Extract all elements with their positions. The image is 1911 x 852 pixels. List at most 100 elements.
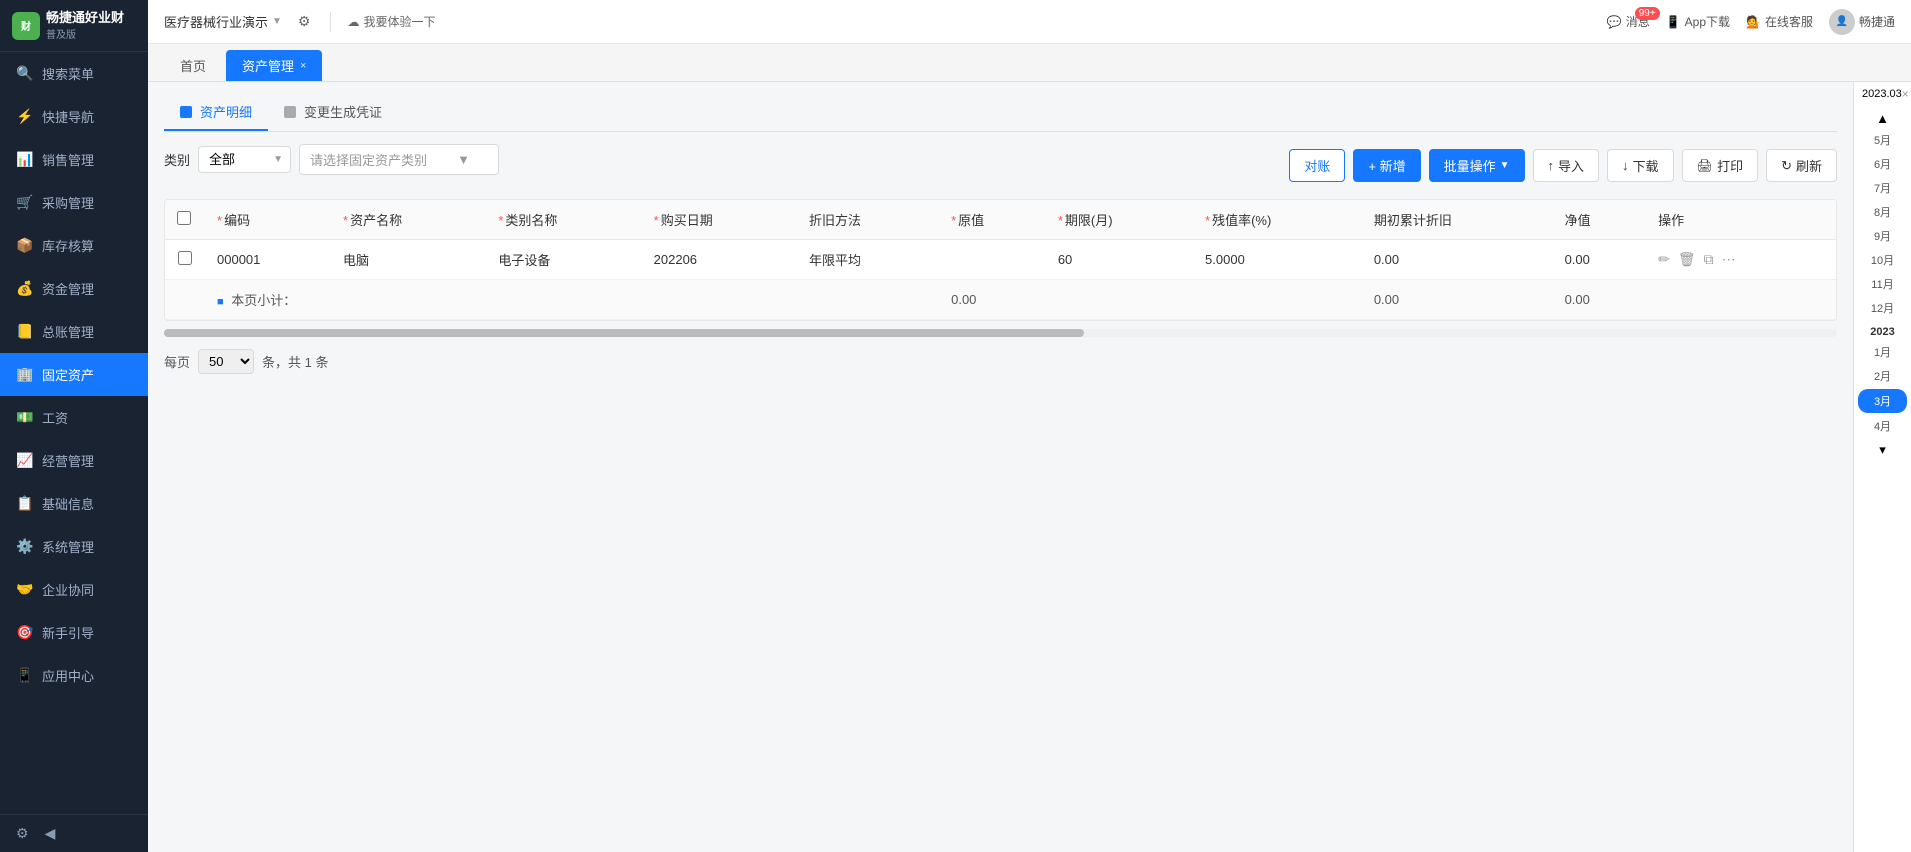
- system-icon: ⚙️: [16, 538, 32, 555]
- copy-icon[interactable]: ⧉: [1704, 251, 1714, 268]
- print-icon: 🖨: [1697, 158, 1714, 174]
- per-page-select[interactable]: 10 20 50 100: [198, 349, 254, 374]
- sidebar-item-funds[interactable]: 💰 资金管理: [0, 267, 148, 310]
- sidebar-item-system[interactable]: ⚙️ 系统管理: [0, 525, 148, 568]
- sidebar-item-apps[interactable]: 📱 应用中心: [0, 654, 148, 697]
- sidebar: 财 畅捷通好业财 普及版 🔍 搜索菜单 ⚡ 快捷导航 📊 销售管理 🛒 采购管理…: [0, 0, 148, 852]
- topbar-try-button[interactable]: ☁ 我要体验一下: [347, 13, 435, 30]
- reconcile-button[interactable]: 对账: [1289, 149, 1345, 182]
- subtab-detail[interactable]: 资产明细: [164, 94, 268, 131]
- sidebar-item-fixed[interactable]: 🏢 固定资产: [0, 353, 148, 396]
- print-label: 打印: [1717, 156, 1743, 175]
- batch-button[interactable]: 批量操作 ▼: [1429, 149, 1525, 182]
- right-panel-close-icon[interactable]: ×: [1902, 87, 1909, 101]
- app-download-button[interactable]: 📱 App下载: [1666, 13, 1730, 30]
- sidebar-item-guide[interactable]: 🎯 新手引导: [0, 611, 148, 654]
- timeline-nav-up[interactable]: ▲: [1854, 109, 1911, 128]
- td-subtotal-empty-2: [1046, 280, 1193, 320]
- edit-icon[interactable]: ✏: [1658, 251, 1670, 268]
- guide-icon: 🎯: [16, 624, 32, 641]
- timeline-month-5[interactable]: 5月: [1854, 128, 1911, 152]
- filter-category-label: 类别: [164, 150, 190, 169]
- timeline-month-6[interactable]: 6月: [1854, 152, 1911, 176]
- tab-home[interactable]: 首页: [164, 50, 222, 81]
- timeline-month-10[interactable]: 10月: [1854, 248, 1911, 272]
- timeline-nav-down[interactable]: ▾: [1854, 438, 1911, 462]
- horizontal-scrollbar[interactable]: [164, 329, 1837, 337]
- select-all-checkbox[interactable]: [177, 211, 191, 225]
- company-selector[interactable]: 医疗器械行业演示 ▼: [164, 12, 282, 31]
- sidebar-item-basic[interactable]: 📋 基础信息: [0, 482, 148, 525]
- th-category: *类别名称: [486, 200, 641, 240]
- sidebar-item-inventory[interactable]: 📦 库存核算: [0, 224, 148, 267]
- sidebar-item-purchase[interactable]: 🛒 采购管理: [0, 181, 148, 224]
- download-icon: ↓: [1622, 158, 1629, 173]
- sidebar-item-search[interactable]: 🔍 搜索菜单: [0, 52, 148, 95]
- timeline-month-11[interactable]: 11月: [1854, 272, 1911, 296]
- more-icon[interactable]: ⋯: [1722, 251, 1736, 268]
- content-main: 资产明细 变更生成凭证 类别 全部 电子设备 办公设备 机器设: [148, 82, 1853, 852]
- delete-icon[interactable]: 🗑: [1678, 251, 1696, 268]
- topbar-settings-icon[interactable]: ⚙: [294, 9, 315, 34]
- topbar-divider: [330, 12, 331, 32]
- toolbar-right: 对账 + 新增 批量操作 ▼ ↑ 导入 ↓ 下载: [1289, 149, 1837, 182]
- sidebar-item-label: 企业协同: [42, 580, 94, 599]
- sidebar-item-label: 新手引导: [42, 623, 94, 642]
- subtab-voucher[interactable]: 变更生成凭证: [268, 94, 398, 131]
- timeline-month-12[interactable]: 12月: [1854, 296, 1911, 320]
- tab-asset-management[interactable]: 资产管理 ×: [226, 50, 322, 81]
- table-wrap: *编码 *资产名称 *类别名称 *购买日期 折旧方法 *原值 *期限(月) *残…: [164, 199, 1837, 321]
- filter-category-select[interactable]: 全部 电子设备 办公设备 机器设备: [198, 146, 291, 173]
- sales-icon: 📊: [16, 151, 32, 168]
- timeline-current-month[interactable]: 3月: [1858, 389, 1907, 413]
- sidebar-item-label: 库存核算: [42, 236, 94, 255]
- timeline-month-4[interactable]: 4月: [1854, 414, 1911, 438]
- sidebar-item-salary[interactable]: 💵 工资: [0, 396, 148, 439]
- th-initial-depreciation: 期初累计折旧: [1362, 200, 1553, 240]
- timeline-month-9[interactable]: 9月: [1854, 224, 1911, 248]
- filter-asset-category-dropdown[interactable]: 请选择固定资产类别 ▼: [299, 144, 499, 175]
- td-original-value: [939, 240, 1046, 280]
- row-checkbox[interactable]: [178, 251, 192, 265]
- timeline-month-8[interactable]: 8月: [1854, 200, 1911, 224]
- salary-icon: 💵: [16, 409, 32, 426]
- username: 畅捷通: [1859, 13, 1895, 30]
- scrollbar-thumb[interactable]: [164, 329, 1084, 337]
- message-button[interactable]: 💬 消息 99+: [1607, 13, 1650, 30]
- sidebar-item-management[interactable]: 📈 经营管理: [0, 439, 148, 482]
- timeline-month-2[interactable]: 2月: [1854, 364, 1911, 388]
- timeline-month-7[interactable]: 7月: [1854, 176, 1911, 200]
- timeline-month-1[interactable]: 1月: [1854, 340, 1911, 364]
- total-label: 条，共 1 条: [262, 352, 328, 371]
- settings-bottom-icon[interactable]: ⚙: [16, 825, 29, 842]
- nav-down-icon: ▾: [1879, 442, 1886, 457]
- right-panel-scroll[interactable]: ▲ 5月 6月 7月 8月 9月 10月 11月 12月 2023 1月 2月 …: [1854, 105, 1911, 852]
- sidebar-item-sales[interactable]: 📊 销售管理: [0, 138, 148, 181]
- sidebar-item-label: 快捷导航: [42, 107, 94, 126]
- basic-icon: 📋: [16, 495, 32, 512]
- sidebar-bottom: ⚙ ◀: [0, 814, 148, 852]
- avatar: 👤: [1829, 9, 1855, 35]
- td-name: 电脑: [331, 240, 486, 280]
- ledger-icon: 📒: [16, 323, 32, 340]
- sidebar-item-ledger[interactable]: 📒 总账管理: [0, 310, 148, 353]
- th-depreciation-method: 折旧方法: [797, 200, 939, 240]
- sidebar-item-quicknav[interactable]: ⚡ 快捷导航: [0, 95, 148, 138]
- sidebar-item-enterprise[interactable]: 🤝 企业协同: [0, 568, 148, 611]
- sidebar-item-label: 经营管理: [42, 451, 94, 470]
- new-button[interactable]: + 新增: [1353, 149, 1420, 182]
- download-button[interactable]: ↓ 下载: [1607, 149, 1674, 182]
- sidebar-collapse-icon[interactable]: ◀: [45, 825, 56, 842]
- td-actions: ✏ 🗑 ⧉ ⋯: [1646, 240, 1836, 280]
- inventory-icon: 📦: [16, 237, 32, 254]
- print-button[interactable]: 🖨 打印: [1682, 149, 1759, 182]
- customer-service-button[interactable]: 💁 在线客服: [1746, 13, 1813, 30]
- tab-close-icon[interactable]: ×: [300, 60, 306, 72]
- refresh-button[interactable]: ↻ 刷新: [1766, 149, 1837, 182]
- import-button[interactable]: ↑ 导入: [1533, 149, 1600, 182]
- th-actions: 操作: [1646, 200, 1836, 240]
- sidebar-item-label: 采购管理: [42, 193, 94, 212]
- right-panel-title: 2023.03: [1862, 88, 1902, 100]
- user-profile[interactable]: 👤 畅捷通: [1829, 9, 1895, 35]
- td-checkbox: [165, 240, 205, 280]
